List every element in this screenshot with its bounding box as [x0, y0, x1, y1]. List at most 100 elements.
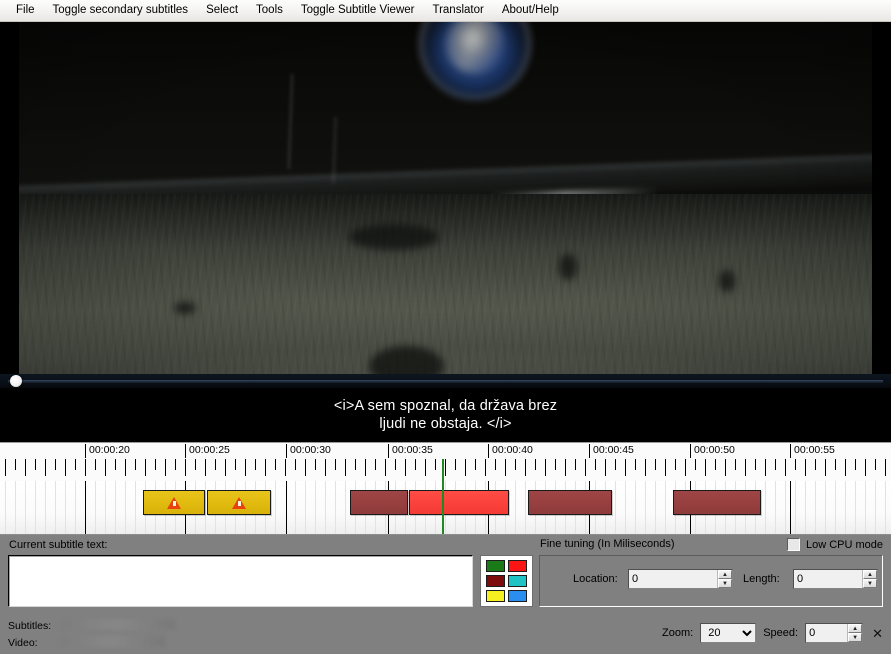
video-frame — [19, 22, 872, 388]
timeline[interactable]: 00:00:20 00:00:25 00:00:30 00:00:35 00:00:40… — [0, 442, 891, 535]
swatch-yellow[interactable] — [486, 590, 505, 602]
subtitle-editor-window: File Toggle secondary subtitles Select Tool… — [0, 0, 891, 654]
speed-spinner[interactable]: ▲ ▼ — [847, 624, 863, 642]
video-seek-bar[interactable] — [0, 374, 891, 388]
timeline-tick — [825, 459, 826, 476]
location-spinner-down[interactable]: ▼ — [718, 579, 732, 588]
timeline-tick-label: 00:00:20 — [89, 444, 130, 456]
timeline-gridline — [515, 481, 516, 534]
color-palette[interactable] — [480, 555, 533, 607]
menu-select[interactable]: Select — [197, 1, 247, 20]
subtitle-block-warning-1[interactable] — [143, 490, 205, 515]
timeline-major-gridline — [286, 481, 287, 534]
swatch-green[interactable] — [486, 560, 505, 572]
length-field[interactable]: ▲ ▼ — [793, 569, 878, 589]
speed-input[interactable] — [806, 624, 848, 642]
swatch-red[interactable] — [508, 560, 527, 572]
timeline-gridline — [45, 481, 46, 534]
timeline-tick — [85, 459, 86, 476]
location-spinner-up[interactable]: ▲ — [718, 570, 732, 579]
timeline-tick — [595, 459, 596, 470]
length-input[interactable] — [794, 570, 862, 588]
swatch-blue[interactable] — [508, 590, 527, 602]
timeline-tick — [525, 459, 526, 476]
speed-spinner-up[interactable]: ▲ — [848, 624, 863, 633]
speed-spinner-down[interactable]: ▼ — [848, 633, 863, 642]
swatch-cyan[interactable] — [508, 575, 527, 587]
timeline-tick — [845, 459, 846, 476]
timeline-tick — [215, 459, 216, 470]
timeline-tick — [615, 459, 616, 470]
subtitle-block-6[interactable] — [673, 490, 761, 515]
menu-file[interactable]: File — [7, 1, 44, 20]
timeline-tick — [305, 459, 306, 476]
timeline-tick — [765, 459, 766, 476]
timeline-tick — [425, 459, 426, 476]
menu-translator[interactable]: Translator — [423, 1, 492, 20]
timeline-gridline — [785, 481, 786, 534]
menu-toggle-secondary-subtitles[interactable]: Toggle secondary subtitles — [44, 1, 198, 20]
video-path-value — [60, 636, 165, 647]
timeline-tick — [145, 459, 146, 476]
video-pane[interactable] — [0, 22, 891, 388]
timeline-gridline — [105, 481, 106, 534]
close-icon[interactable]: ✕ — [870, 627, 885, 640]
swatch-dark-red[interactable] — [486, 575, 505, 587]
timeline-tick — [755, 459, 756, 470]
subtitle-block-5[interactable] — [528, 490, 612, 515]
timeline-tick — [735, 459, 736, 470]
video-path-label: Video: — [8, 637, 38, 649]
timeline-gridline — [645, 481, 646, 534]
timeline-tick — [545, 459, 546, 476]
timeline-gridline — [15, 481, 16, 534]
timeline-tick — [795, 459, 796, 470]
menu-toggle-subtitle-viewer[interactable]: Toggle Subtitle Viewer — [292, 1, 424, 20]
location-input[interactable] — [629, 570, 717, 588]
timeline-ruler-ticks — [0, 459, 891, 481]
timeline-tick — [195, 459, 196, 470]
timeline-tick — [805, 459, 806, 476]
timeline-tick — [105, 459, 106, 476]
timeline-tick — [375, 459, 376, 470]
timeline-playhead[interactable] — [442, 459, 444, 534]
subtitle-overlay-line-2: ljudi ne obstaja. </i> — [379, 416, 512, 432]
length-spinner[interactable]: ▲ ▼ — [862, 570, 877, 588]
timeline-gridline — [775, 481, 776, 534]
timeline-tick — [165, 459, 166, 476]
timeline-ruler-labels: 00:00:20 00:00:25 00:00:30 00:00:35 00:00:40… — [0, 443, 891, 459]
timeline-tick — [185, 459, 186, 476]
timeline-tick — [505, 459, 506, 476]
location-field[interactable]: ▲ ▼ — [628, 569, 733, 589]
timeline-gridline — [885, 481, 886, 534]
timeline-tick — [115, 459, 116, 470]
timeline-tick — [315, 459, 316, 470]
zoom-select[interactable]: 510203060 — [700, 623, 757, 643]
timeline-tick-label: 00:00:25 — [189, 444, 230, 456]
menu-about-help[interactable]: About/Help — [493, 1, 568, 20]
subtitle-block-selected[interactable] — [409, 490, 509, 515]
timeline-major-gridline — [85, 481, 86, 534]
timeline-tick — [575, 459, 576, 470]
timeline-tick — [775, 459, 776, 470]
menu-tools[interactable]: Tools — [247, 1, 292, 20]
timeline-gridline — [845, 481, 846, 534]
timeline-tick — [675, 459, 676, 470]
speed-field[interactable]: ▲ ▼ — [805, 623, 864, 643]
low-cpu-mode-control[interactable]: Low CPU mode — [786, 538, 883, 551]
low-cpu-mode-checkbox[interactable] — [786, 538, 800, 551]
timeline-tick — [255, 459, 256, 470]
timeline-gridline — [835, 481, 836, 534]
subtitle-block-3[interactable] — [350, 490, 408, 515]
timeline-gridline — [205, 481, 206, 534]
subtitle-block-warning-2[interactable] — [207, 490, 271, 515]
seek-track[interactable] — [8, 380, 883, 383]
location-spinner[interactable]: ▲ ▼ — [717, 570, 732, 588]
timeline-tick — [665, 459, 666, 476]
timeline-tick — [495, 459, 496, 470]
timeline-gridline — [95, 481, 96, 534]
length-spinner-up[interactable]: ▲ — [863, 570, 877, 579]
length-spinner-down[interactable]: ▼ — [863, 579, 877, 588]
seek-handle[interactable] — [10, 375, 23, 387]
timeline-track-area[interactable] — [0, 481, 891, 534]
current-subtitle-input[interactable] — [8, 555, 473, 607]
